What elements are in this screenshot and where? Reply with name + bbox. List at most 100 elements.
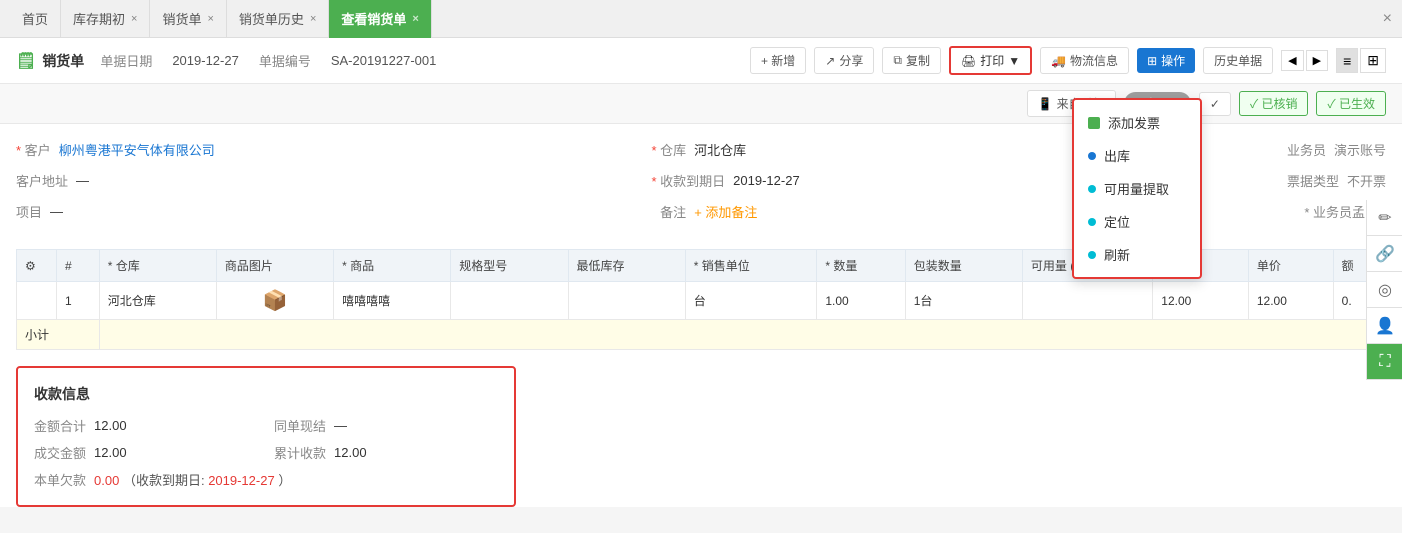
tab-view-sales[interactable]: 查看销货单 ×	[329, 0, 431, 38]
note-add[interactable]: + 添加备注	[694, 202, 757, 221]
col-min-stock: 最低库存	[568, 250, 685, 282]
payment-section: 收款信息 金额合计 12.00 同单现结 — 成交金额 12.00 累计收款 1…	[16, 366, 516, 507]
row-quantity: 1.00	[817, 282, 905, 320]
dot-cyan-icon-3	[1088, 251, 1096, 259]
circle-sidebar-btn[interactable]: ◎	[1367, 272, 1402, 308]
prev-button[interactable]: ◀	[1281, 50, 1303, 71]
tab-sales-history[interactable]: 销货单历史 ×	[227, 0, 329, 38]
person-sidebar-btn[interactable]: 👤	[1367, 308, 1402, 344]
warehouse-value: 河北仓库	[694, 140, 746, 159]
row-gear	[17, 282, 57, 320]
ticket-type-label: 票据类型	[1287, 171, 1339, 190]
dropdown-refresh[interactable]: 刷新	[1074, 238, 1200, 271]
row-min-stock	[568, 282, 685, 320]
dropdown-available-qty[interactable]: 可用量提取	[1074, 172, 1200, 205]
date-value: 2019-12-27	[172, 53, 239, 68]
logistics-button[interactable]: 🚚 物流信息	[1040, 47, 1129, 74]
customer-label: 客户	[16, 140, 51, 159]
grid-icon: ⊞	[1147, 54, 1157, 68]
current-due-value: 0.00 （收款到期日: 2019-12-27 ）	[94, 470, 291, 489]
staff-value: 演示账号	[1334, 140, 1386, 159]
subtotal-empty	[99, 320, 1385, 350]
col-product: * 商品	[334, 250, 451, 282]
share-button[interactable]: ↗ 分享	[814, 47, 874, 74]
print-button[interactable]: 🖨 打印 ▼	[949, 46, 1032, 75]
project-field: 项目 —	[16, 202, 628, 221]
list-view-btn[interactable]: ≡	[1336, 48, 1358, 73]
customer-value[interactable]: 柳州粤港平安气体有限公司	[59, 140, 215, 159]
address-label: 客户地址	[16, 171, 68, 190]
edit-icon: ✏	[1378, 208, 1391, 228]
staff-label: 业务员	[1287, 140, 1326, 159]
col-sales-unit: * 销售单位	[685, 250, 817, 282]
dropdown-available-qty-label: 可用量提取	[1104, 179, 1169, 198]
transaction-amount-row: 成交金额 12.00	[34, 443, 258, 462]
expand-sidebar-btn[interactable]: ⛶	[1367, 344, 1402, 380]
col-quantity: * 数量	[817, 250, 905, 282]
copy-button[interactable]: ⧉ 复制	[882, 47, 941, 74]
subtotal-label: 小计	[17, 320, 100, 350]
row-available	[1022, 282, 1152, 320]
history-button[interactable]: 历史单据	[1203, 47, 1273, 74]
payment-due-label: 收款到期日	[651, 171, 725, 190]
total-amount-row: 金额合计 12.00	[34, 416, 258, 435]
next-button[interactable]: ▶	[1306, 50, 1328, 71]
current-due-label: 本单欠款	[34, 470, 86, 489]
dropdown-add-invoice-label: 添加发票	[1108, 113, 1160, 132]
staff-area: 业务员 演示账号	[1287, 140, 1386, 159]
doc-actions: + 新增 ↗ 分享 ⧉ 复制 🖨 打印 ▼ 🚚 物流信息 ⊞ 操作	[750, 46, 1386, 75]
same-order-value: —	[334, 418, 347, 433]
person-icon: 👤	[1375, 316, 1395, 336]
global-close-button[interactable]: ×	[1383, 10, 1392, 28]
dropdown-locate-label: 定位	[1104, 212, 1130, 231]
doc-title-text: 销货单	[42, 51, 84, 71]
tab-close-inventory[interactable]: ×	[131, 13, 137, 25]
phone-icon: 📱	[1038, 97, 1053, 111]
transaction-amount-label: 成交金额	[34, 443, 86, 462]
table-row: 1 河北仓库 📦 嘻嘻嘻嘻 台 1.00 1台 12.00 12.00 0.	[17, 282, 1386, 320]
row-current-stock: 12.00	[1153, 282, 1249, 320]
tab-home[interactable]: 首页	[10, 0, 61, 38]
grid-view-btn[interactable]: ⊞	[1360, 48, 1386, 73]
same-order-label: 同单现结	[274, 416, 326, 435]
dropdown-outbound[interactable]: 出库	[1074, 139, 1200, 172]
new-button[interactable]: + 新增	[750, 47, 806, 74]
tab-sales-order[interactable]: 销货单 ×	[150, 0, 226, 38]
dot-cyan-icon-2	[1088, 218, 1096, 226]
ticket-type-area: 票据类型 不开票	[1287, 171, 1386, 190]
tab-close-history[interactable]: ×	[310, 13, 316, 25]
dot-cyan-icon-1	[1088, 185, 1096, 193]
address-value: —	[76, 173, 89, 188]
copy-icon: ⧉	[893, 53, 902, 68]
square-icon	[1088, 117, 1100, 129]
tab-close-view[interactable]: ×	[412, 13, 418, 25]
operations-button[interactable]: ⊞ 操作	[1137, 48, 1195, 73]
total-amount-value: 12.00	[94, 418, 127, 433]
dropdown-locate[interactable]: 定位	[1074, 205, 1200, 238]
customer-field: 客户 柳州粤港平安气体有限公司	[16, 140, 619, 159]
col-pack-qty: 包装数量	[905, 250, 1022, 282]
document-header: 🗒 销货单 单据日期 2019-12-27 单据编号 SA-20191227-0…	[0, 38, 1402, 84]
col-num: #	[57, 250, 100, 282]
doc-title-area: 🗒 销货单	[16, 51, 84, 71]
current-due-close-paren: ）	[278, 473, 291, 488]
right-sidebar: ✏ 🔗 ◎ 👤 ⛶	[1366, 200, 1402, 380]
transaction-amount-value: 12.00	[94, 445, 127, 460]
row-unit-price: 12.00	[1248, 282, 1333, 320]
tab-inventory-init[interactable]: 库存期初 ×	[61, 0, 150, 38]
check-btn[interactable]: ✓	[1199, 92, 1231, 116]
sales-staff-label: * 业务员孟	[1304, 202, 1365, 221]
current-due-parens: （收款到期日:	[123, 473, 208, 488]
number-label: 单据编号	[259, 51, 311, 70]
edit-sidebar-btn[interactable]: ✏	[1367, 200, 1402, 236]
link-sidebar-btn[interactable]: 🔗	[1367, 236, 1402, 272]
tab-close-sales[interactable]: ×	[207, 13, 213, 25]
doc-meta: 单据日期 2019-12-27 单据编号 SA-20191227-001	[100, 51, 436, 70]
view-toggle: ≡ ⊞	[1336, 48, 1386, 73]
warehouse-label: 仓库	[651, 140, 686, 159]
number-value: SA-20191227-001	[331, 53, 437, 68]
tab-bar: 首页 库存期初 × 销货单 × 销货单历史 × 查看销货单 × ×	[0, 0, 1402, 38]
col-gear: ⚙	[17, 250, 57, 282]
dot-blue-icon	[1088, 152, 1096, 160]
dropdown-add-invoice[interactable]: 添加发票	[1074, 106, 1200, 139]
